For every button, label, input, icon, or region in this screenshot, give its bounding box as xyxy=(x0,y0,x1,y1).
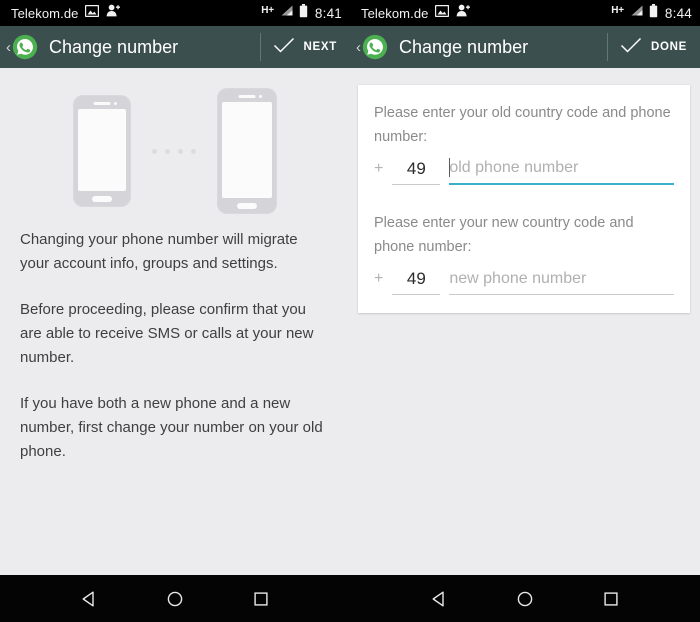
add-contact-icon xyxy=(456,4,471,22)
back-nav-icon[interactable] xyxy=(79,589,99,609)
form-card-wrapper: Please enter your old country code and p… xyxy=(350,68,700,313)
phone-speaker xyxy=(93,102,111,105)
description-paragraph-2: Before proceeding, please confirm that y… xyxy=(20,301,314,366)
page-title: Change number xyxy=(49,36,179,57)
new-number-field-group: Please enter your new country code and p… xyxy=(374,211,674,295)
phone-screen xyxy=(222,102,272,198)
dot xyxy=(165,148,170,154)
back-nav-icon[interactable] xyxy=(429,589,449,609)
new-phone-number-input[interactable]: new phone number xyxy=(449,268,674,295)
whatsapp-logo-icon[interactable] xyxy=(12,34,38,60)
back-chevron-icon[interactable]: ‹ xyxy=(6,40,11,55)
dot xyxy=(191,148,196,154)
old-number-row: + 49 old phone number xyxy=(374,157,674,185)
old-number-label: Please enter your old country code and p… xyxy=(374,105,671,145)
next-button[interactable]: NEXT xyxy=(261,26,350,68)
clock-label: 8:41 xyxy=(314,5,342,21)
phone-speaker xyxy=(238,95,256,98)
phone-home-button xyxy=(237,203,257,209)
action-bar-right: ‹ Change number DONE xyxy=(350,26,700,68)
android-navigation-bar xyxy=(0,575,700,622)
phone-camera xyxy=(259,95,262,98)
old-phone-number-input[interactable]: old phone number xyxy=(449,157,674,185)
screenshot-icon xyxy=(435,4,450,22)
carrier-label: Telekom.de xyxy=(361,5,429,21)
description-paragraph-1: Changing your phone number will migrate … xyxy=(20,231,298,272)
home-nav-icon[interactable] xyxy=(515,589,535,609)
network-type-label: H+ xyxy=(261,4,274,16)
new-number-label: Please enter your new country code and p… xyxy=(374,215,634,255)
status-bar-left: Telekom.de H+ 8:41 xyxy=(0,0,350,26)
signal-icon xyxy=(629,4,644,22)
next-button-label: NEXT xyxy=(303,41,337,53)
device-screenshot: Telekom.de H+ 8:41 ‹ Change number NEXT … xyxy=(0,0,700,622)
plus-prefix-icon: + xyxy=(374,270,384,287)
new-country-code-input[interactable]: 49 xyxy=(392,268,441,295)
done-button[interactable]: DONE xyxy=(608,26,700,68)
status-left-icons xyxy=(85,4,121,22)
checkmark-icon xyxy=(620,36,642,59)
panel-step-one: Telekom.de H+ 8:41 ‹ Change number NEXT … xyxy=(0,0,350,575)
clock-label: 8:44 xyxy=(664,5,692,21)
add-contact-icon xyxy=(106,4,121,22)
checkmark-icon xyxy=(273,36,295,59)
back-chevron-icon[interactable]: ‹ xyxy=(356,40,361,55)
whatsapp-logo-icon[interactable] xyxy=(362,34,388,60)
signal-icon xyxy=(279,4,294,22)
old-phone-graphic xyxy=(74,96,130,206)
phone-migration-illustration xyxy=(0,68,350,228)
nav-buttons-right xyxy=(350,575,700,622)
phone-home-button xyxy=(92,196,112,202)
phone-camera xyxy=(114,102,117,105)
old-number-field-group: Please enter your old country code and p… xyxy=(374,101,674,185)
battery-icon xyxy=(649,3,658,23)
new-phone-graphic xyxy=(218,89,276,213)
recents-nav-icon[interactable] xyxy=(601,589,621,609)
status-bar-right: Telekom.de H+ 8:44 xyxy=(350,0,700,26)
phone-screen xyxy=(78,109,126,191)
panel-step-two: Telekom.de H+ 8:44 ‹ Change number DONE … xyxy=(350,0,700,575)
nav-buttons-left xyxy=(0,575,350,622)
screenshot-icon xyxy=(85,4,100,22)
recents-nav-icon[interactable] xyxy=(251,589,271,609)
action-bar-left: ‹ Change number NEXT xyxy=(0,26,350,68)
panel-container: Telekom.de H+ 8:41 ‹ Change number NEXT … xyxy=(0,0,700,575)
done-button-label: DONE xyxy=(650,41,687,53)
page-title: Change number xyxy=(399,36,529,57)
old-country-code-input[interactable]: 49 xyxy=(392,158,441,185)
battery-icon xyxy=(299,3,308,23)
status-right-icons: H+ 8:41 xyxy=(261,3,342,23)
phone-number-form-card: Please enter your old country code and p… xyxy=(358,85,690,313)
status-left-icons xyxy=(435,4,471,22)
new-number-row: + 49 new phone number xyxy=(374,267,674,295)
carrier-label: Telekom.de xyxy=(11,5,79,21)
dot xyxy=(152,148,157,154)
home-nav-icon[interactable] xyxy=(165,589,185,609)
status-right-icons: H+ 8:44 xyxy=(611,3,692,23)
description-paragraph-3: If you have both a new phone and a new n… xyxy=(20,395,323,460)
plus-prefix-icon: + xyxy=(374,160,384,177)
migration-dots xyxy=(152,148,196,154)
description-text: Changing your phone number will migrate … xyxy=(0,228,350,464)
network-type-label: H+ xyxy=(611,4,624,16)
dot xyxy=(178,148,183,154)
